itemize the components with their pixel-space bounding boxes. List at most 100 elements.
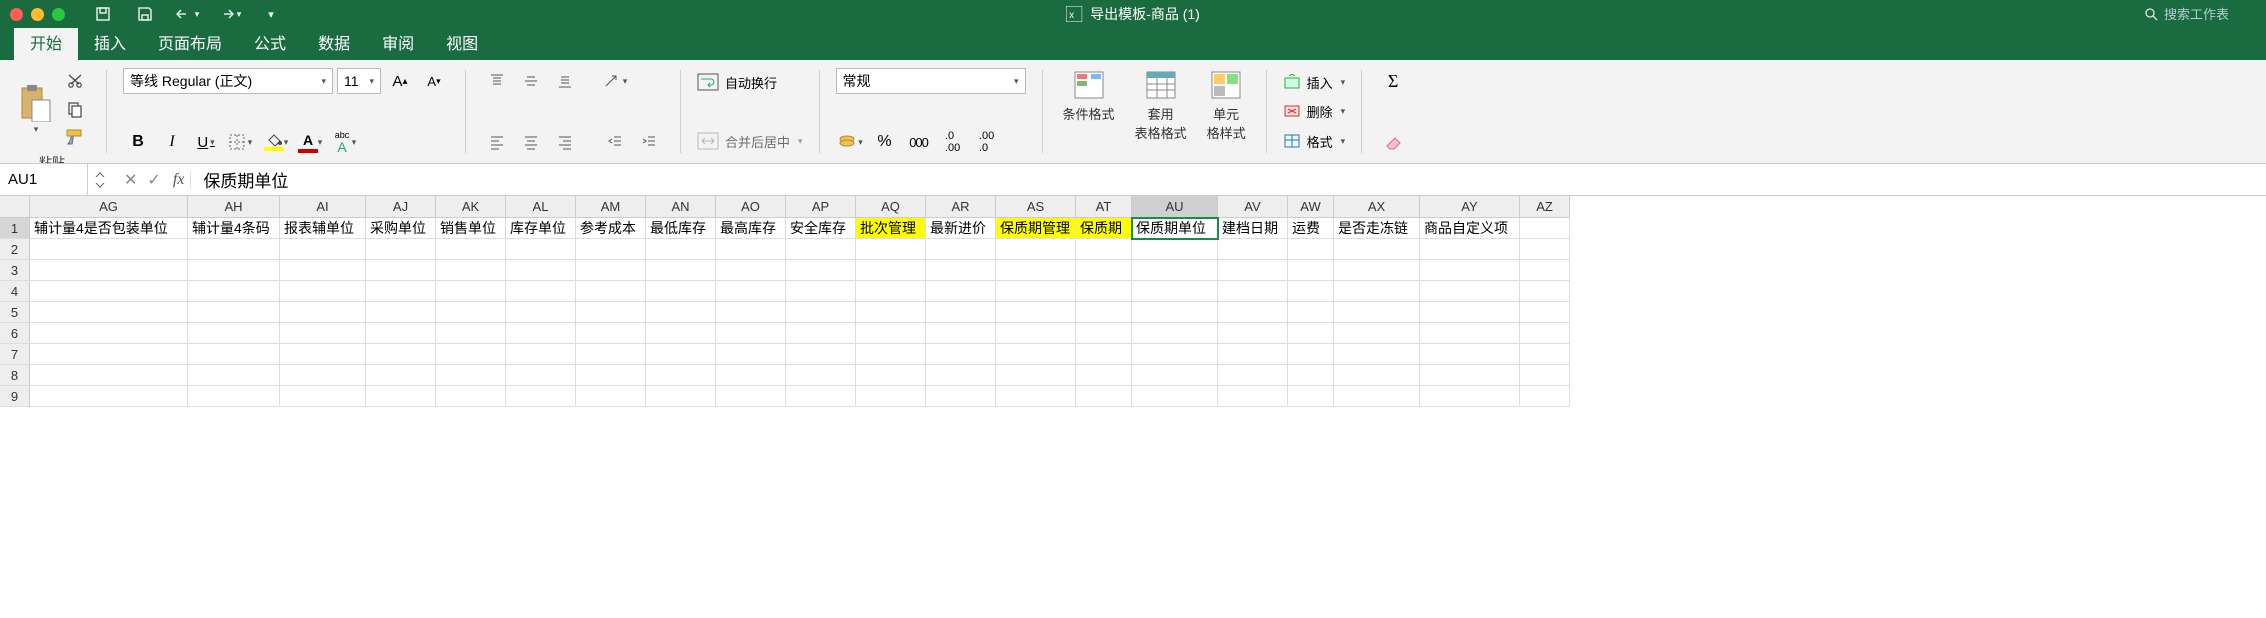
cell[interactable] — [1334, 386, 1420, 407]
cell[interactable] — [786, 302, 856, 323]
wrap-text-button[interactable]: 自动换行 — [697, 68, 803, 96]
cell[interactable]: 运费 — [1288, 218, 1334, 239]
cell[interactable] — [1218, 302, 1288, 323]
align-top-button[interactable] — [482, 68, 512, 94]
cell[interactable] — [280, 302, 366, 323]
cell[interactable] — [1420, 386, 1520, 407]
cell[interactable] — [1076, 281, 1132, 302]
cell[interactable] — [506, 281, 576, 302]
cell[interactable] — [1334, 239, 1420, 260]
cell[interactable] — [646, 281, 716, 302]
cell[interactable] — [366, 302, 436, 323]
cell[interactable] — [1132, 302, 1218, 323]
cell[interactable] — [1076, 239, 1132, 260]
col-header[interactable]: AM — [576, 196, 646, 218]
select-all-corner[interactable] — [0, 196, 30, 218]
tab-开始[interactable]: 开始 — [14, 24, 78, 60]
col-header[interactable]: AW — [1288, 196, 1334, 218]
tab-审阅[interactable]: 审阅 — [366, 24, 430, 60]
close-icon[interactable] — [10, 8, 23, 21]
cell[interactable] — [506, 344, 576, 365]
tab-数据[interactable]: 数据 — [302, 24, 366, 60]
col-header[interactable]: AS — [996, 196, 1076, 218]
cell[interactable] — [1520, 260, 1570, 281]
cell[interactable] — [436, 281, 506, 302]
cell[interactable] — [1520, 365, 1570, 386]
cell[interactable] — [1288, 302, 1334, 323]
cell[interactable]: 采购单位 — [366, 218, 436, 239]
cell[interactable] — [996, 344, 1076, 365]
comma-button[interactable]: 000 — [904, 129, 934, 155]
cell[interactable] — [1334, 260, 1420, 281]
cell[interactable] — [926, 302, 996, 323]
fx-icon[interactable]: fx — [173, 171, 192, 189]
font-size-combo[interactable]: 11▾ — [337, 68, 381, 94]
tab-页面布局[interactable]: 页面布局 — [142, 24, 238, 60]
cell[interactable] — [646, 239, 716, 260]
conditional-format-button[interactable]: 条件格式 — [1059, 68, 1119, 125]
cell[interactable]: 保质期 — [1076, 218, 1132, 239]
cell[interactable]: 辅计量4条码 — [188, 218, 280, 239]
merge-center-button[interactable]: 合并后居中▾ — [697, 127, 803, 155]
cell[interactable] — [280, 386, 366, 407]
cell[interactable] — [1218, 260, 1288, 281]
cell[interactable] — [716, 281, 786, 302]
cell[interactable] — [786, 344, 856, 365]
cell[interactable] — [856, 365, 926, 386]
autosum-button[interactable]: Σ — [1378, 68, 1408, 94]
cell[interactable]: 是否走冻链 — [1334, 218, 1420, 239]
decrease-decimal-button[interactable]: .00.0 — [972, 129, 1002, 155]
decrease-indent-button[interactable] — [600, 129, 630, 155]
save-icon[interactable] — [131, 0, 159, 28]
cell[interactable] — [786, 386, 856, 407]
insert-cells-button[interactable]: 插入▾ — [1283, 68, 1346, 96]
cell[interactable] — [716, 239, 786, 260]
cell[interactable] — [856, 344, 926, 365]
borders-button[interactable]: ▾ — [225, 129, 255, 155]
cell[interactable] — [366, 281, 436, 302]
col-header[interactable]: AV — [1218, 196, 1288, 218]
cell[interactable] — [188, 239, 280, 260]
cell[interactable] — [366, 323, 436, 344]
cell[interactable] — [506, 323, 576, 344]
cell[interactable] — [856, 323, 926, 344]
currency-button[interactable]: ▾ — [836, 129, 866, 155]
cell[interactable]: 报表辅单位 — [280, 218, 366, 239]
row-header[interactable]: 6 — [0, 323, 30, 344]
cell[interactable] — [1218, 386, 1288, 407]
col-header[interactable]: AL — [506, 196, 576, 218]
row-header[interactable]: 3 — [0, 260, 30, 281]
cell[interactable]: 库存单位 — [506, 218, 576, 239]
cell[interactable]: 销售单位 — [436, 218, 506, 239]
cell[interactable] — [576, 239, 646, 260]
cell[interactable] — [1218, 365, 1288, 386]
cell[interactable] — [786, 281, 856, 302]
cell[interactable] — [1218, 323, 1288, 344]
cell[interactable] — [1420, 323, 1520, 344]
cell[interactable] — [786, 239, 856, 260]
percent-button[interactable]: % — [870, 129, 900, 155]
increase-indent-button[interactable] — [634, 129, 664, 155]
cell-styles-button[interactable]: 单元 格样式 — [1203, 68, 1250, 144]
cell[interactable] — [926, 323, 996, 344]
font-name-combo[interactable]: 等线 Regular (正文)▾ — [123, 68, 333, 94]
cell[interactable] — [1420, 260, 1520, 281]
cell[interactable] — [280, 365, 366, 386]
cell[interactable] — [506, 239, 576, 260]
autosave-icon[interactable] — [89, 0, 117, 28]
cell[interactable] — [1076, 365, 1132, 386]
cell[interactable] — [1334, 323, 1420, 344]
cell[interactable] — [506, 365, 576, 386]
cell[interactable] — [856, 281, 926, 302]
cell[interactable] — [786, 323, 856, 344]
redo-icon[interactable]: ▾ — [215, 0, 243, 28]
qat-customize-icon[interactable]: ▾ — [257, 0, 285, 28]
cell[interactable] — [1420, 239, 1520, 260]
cell[interactable] — [996, 386, 1076, 407]
cell[interactable] — [188, 260, 280, 281]
cell[interactable] — [30, 344, 188, 365]
format-cells-button[interactable]: 格式▾ — [1283, 127, 1346, 155]
align-bottom-button[interactable] — [550, 68, 580, 94]
bold-button[interactable]: B — [123, 129, 153, 155]
align-right-button[interactable] — [550, 129, 580, 155]
